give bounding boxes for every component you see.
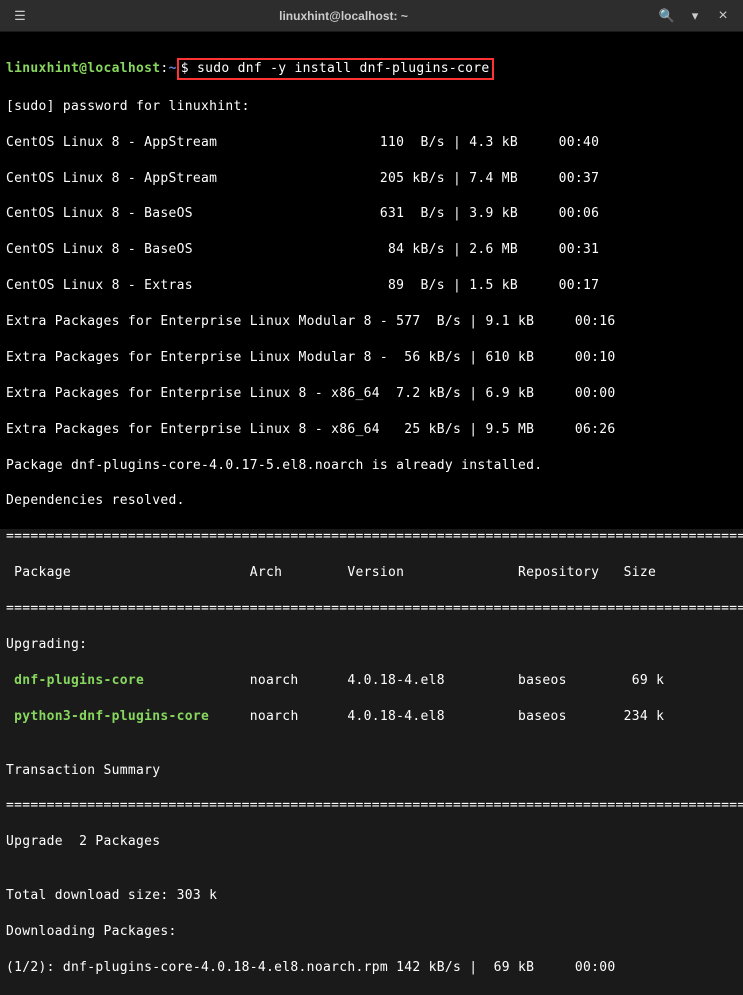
- output-line: Dependencies resolved.: [6, 492, 737, 510]
- output-line: CentOS Linux 8 - BaseOS 84 kB/s | 2.6 MB…: [6, 241, 737, 259]
- titlebar-right: 🔍 ▾ ×: [655, 4, 735, 28]
- output-line: [sudo] password for linuxhint:: [6, 98, 737, 116]
- package-row: python3-dnf-plugins-core noarch 4.0.18-4…: [6, 708, 737, 726]
- output-line: CentOS Linux 8 - AppStream 205 kB/s | 7.…: [6, 170, 737, 188]
- divider-line: ========================================…: [6, 797, 737, 815]
- output-line: (1/2): dnf-plugins-core-4.0.18-4.el8.noa…: [6, 959, 737, 977]
- output-line: Extra Packages for Enterprise Linux Modu…: [6, 349, 737, 367]
- output-line: Package dnf-plugins-core-4.0.17-5.el8.no…: [6, 457, 737, 475]
- command-highlight: $ sudo dnf -y install dnf-plugins-core: [177, 58, 494, 80]
- output-line: CentOS Linux 8 - AppStream 110 B/s | 4.3…: [6, 134, 737, 152]
- search-icon[interactable]: 🔍: [655, 4, 679, 28]
- output-line: Extra Packages for Enterprise Linux Modu…: [6, 313, 737, 331]
- output-line: CentOS Linux 8 - Extras 89 B/s | 1.5 kB …: [6, 277, 737, 295]
- divider-line: ========================================…: [6, 600, 737, 618]
- package-details: noarch 4.0.18-4.el8 baseos 69 k: [144, 673, 664, 688]
- titlebar-left: ☰: [8, 4, 32, 28]
- prompt-user-host: linuxhint@localhost: [6, 61, 160, 76]
- section-label: Transaction Summary: [6, 762, 737, 780]
- terminal-output[interactable]: linuxhint@localhost:~$ sudo dnf -y insta…: [0, 32, 743, 529]
- window-title: linuxhint@localhost: ~: [279, 9, 408, 23]
- prompt-line: linuxhint@localhost:~$ sudo dnf -y insta…: [6, 58, 737, 80]
- section-label: Upgrading:: [6, 636, 737, 654]
- package-details: noarch 4.0.18-4.el8 baseos 234 k: [209, 709, 664, 724]
- titlebar: ☰ linuxhint@localhost: ~ 🔍 ▾ ×: [0, 0, 743, 32]
- output-line: CentOS Linux 8 - BaseOS 631 B/s | 3.9 kB…: [6, 205, 737, 223]
- package-row: dnf-plugins-core noarch 4.0.18-4.el8 bas…: [6, 672, 737, 690]
- command-text: sudo dnf -y install dnf-plugins-core: [197, 61, 490, 76]
- output-line: Upgrade 2 Packages: [6, 833, 737, 851]
- prompt-path: ~: [169, 61, 177, 76]
- output-line: Downloading Packages:: [6, 923, 737, 941]
- divider-line: ========================================…: [6, 528, 737, 546]
- output-line: Extra Packages for Enterprise Linux 8 - …: [6, 385, 737, 403]
- output-line: Extra Packages for Enterprise Linux 8 - …: [6, 421, 737, 439]
- output-line: Total download size: 303 k: [6, 887, 737, 905]
- package-name: python3-dnf-plugins-core: [6, 709, 209, 724]
- dropdown-icon[interactable]: ▾: [683, 4, 707, 28]
- table-header: Package Arch Version Repository Size: [6, 564, 737, 582]
- prompt-sep2: $: [181, 61, 197, 76]
- prompt-sep1: :: [160, 61, 168, 76]
- package-name: dnf-plugins-core: [6, 673, 144, 688]
- close-icon[interactable]: ×: [711, 4, 735, 28]
- menu-icon[interactable]: ☰: [8, 4, 32, 28]
